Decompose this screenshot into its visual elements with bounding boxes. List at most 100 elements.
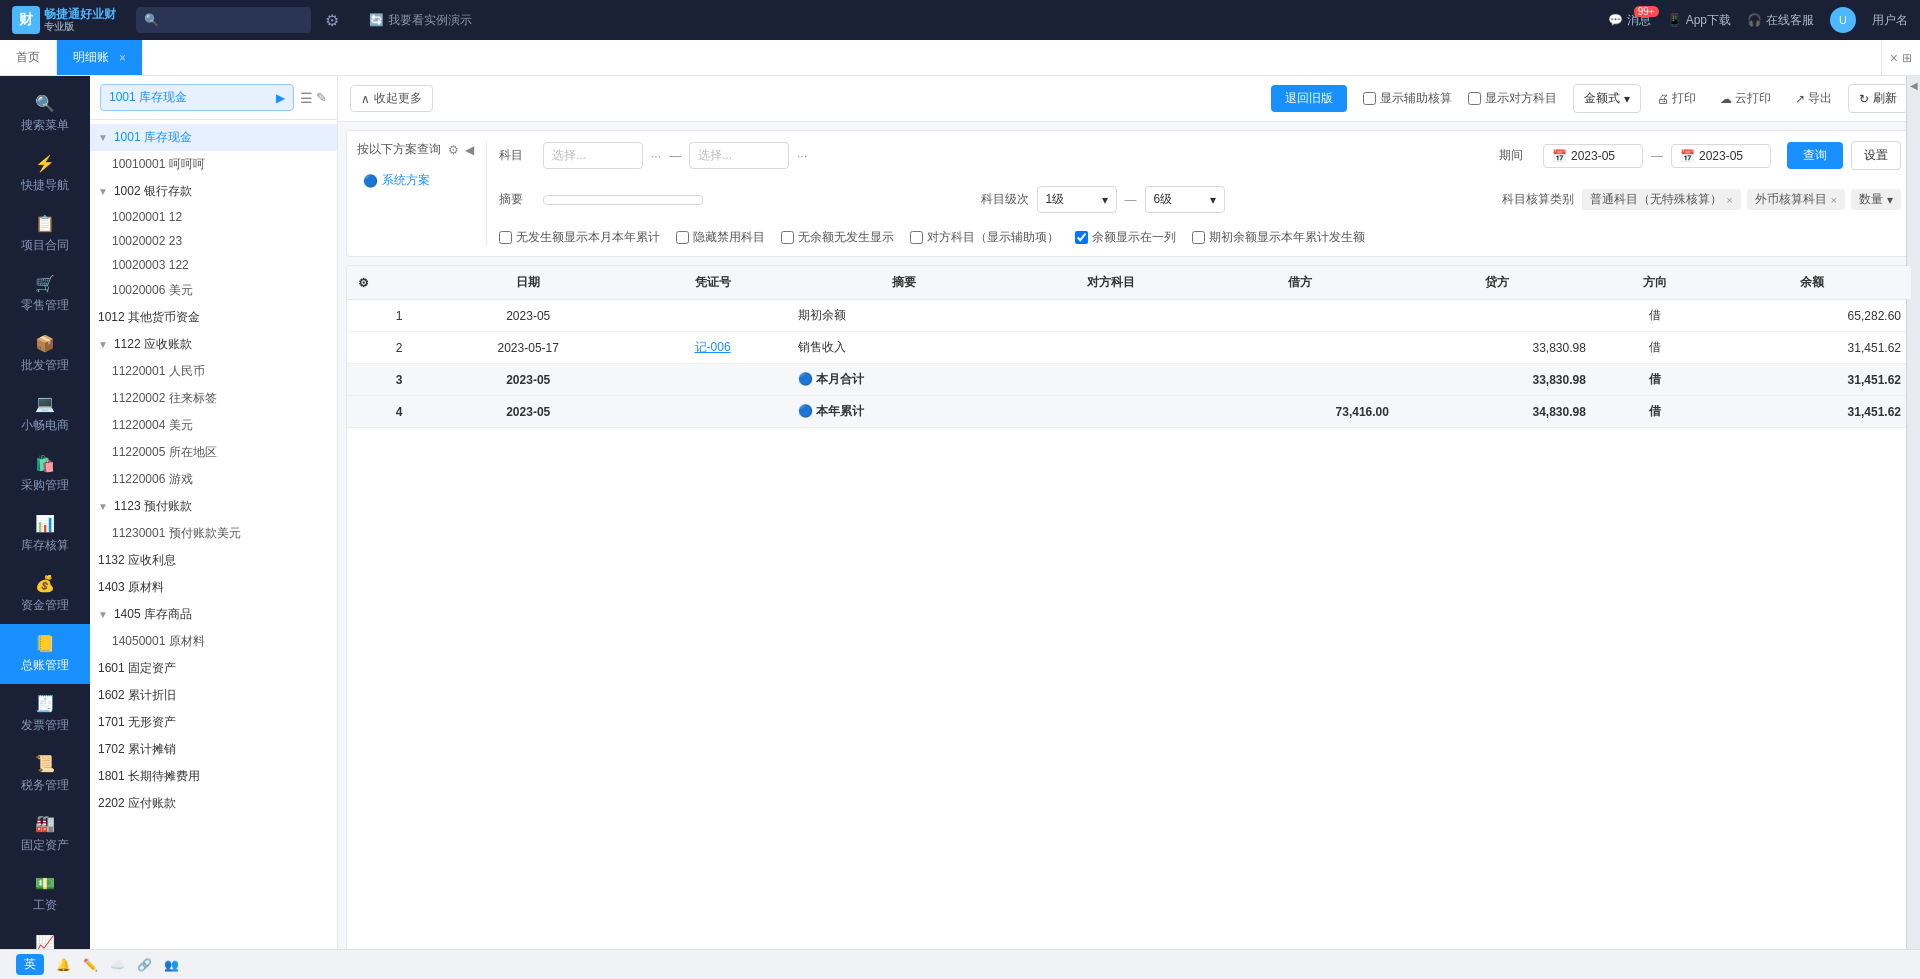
nav-item-search[interactable]: 🔍 搜索菜单 — [0, 84, 90, 144]
search-input[interactable] — [163, 13, 303, 27]
check-no-balance[interactable]: 无余额无发生显示 — [781, 229, 894, 246]
account-list-icon[interactable]: ☰ — [300, 90, 313, 106]
check-period-balance-input[interactable] — [1192, 231, 1205, 244]
check-period-balance[interactable]: 期初余额显示本年累计发生额 — [1192, 229, 1365, 246]
tree-item-10020002[interactable]: 10020002 23 — [90, 229, 337, 253]
check-no-balance-input[interactable] — [781, 231, 794, 244]
scheme-settings-icon[interactable]: ⚙ — [448, 143, 459, 157]
tree-item-1403[interactable]: 1403 原材料 — [90, 574, 337, 601]
check-balance-col-input[interactable] — [1075, 231, 1088, 244]
set-btn[interactable]: 设置 — [1851, 141, 1901, 170]
nav-item-quick[interactable]: ⚡ 快捷导航 — [0, 144, 90, 204]
tree-item-1701[interactable]: 1701 无形资产 — [90, 709, 337, 736]
nav-item-assets[interactable]: 🏭 固定资产 — [0, 804, 90, 864]
check-contra-input[interactable] — [910, 231, 923, 244]
tree-item-1132[interactable]: 1132 应收利息 — [90, 547, 337, 574]
scheme-collapse-icon[interactable]: ◀ — [465, 143, 474, 157]
window-max-btn[interactable]: ⊞ — [1902, 51, 1912, 65]
check-hide-disabled[interactable]: 隐藏禁用科目 — [676, 229, 765, 246]
show-contra-check[interactable]: 显示对方科目 — [1468, 90, 1557, 107]
tree-item-10020003[interactable]: 10020003 122 — [90, 253, 337, 277]
nav-item-project[interactable]: 📋 项目合同 — [0, 204, 90, 264]
tree-item-11220004[interactable]: 11220004 美元 — [90, 412, 337, 439]
period-from-input[interactable]: 📅 2023-05 — [1543, 144, 1643, 168]
nav-item-purchase[interactable]: 🛍️ 采购管理 — [0, 444, 90, 504]
show-aux-input[interactable] — [1363, 92, 1376, 105]
tree-item-1801[interactable]: 1801 长期待摊费用 — [90, 763, 337, 790]
period-to-input[interactable]: 📅 2023-05 — [1671, 144, 1771, 168]
voucher-link-006[interactable]: 记-006 — [695, 340, 731, 354]
check-balance-col[interactable]: 余额显示在一列 — [1075, 229, 1176, 246]
export-btn[interactable]: ↗ 导出 — [1787, 85, 1840, 112]
scheme-system[interactable]: 🔵 系统方案 — [357, 168, 474, 193]
tag-normal-close[interactable]: × — [1726, 194, 1732, 206]
tree-item-1601[interactable]: 1601 固定资产 — [90, 655, 337, 682]
tab-home[interactable]: 首页 — [0, 40, 57, 75]
nav-item-ecommerce[interactable]: 💻 小畅电商 — [0, 384, 90, 444]
tree-item-10010001[interactable]: 10010001 呵呵呵 — [90, 151, 337, 178]
cloud-print-btn[interactable]: ☁ 云打印 — [1712, 85, 1779, 112]
topbar-search-box[interactable]: 🔍 — [136, 7, 311, 33]
tab-ledger-close[interactable]: × — [119, 51, 126, 65]
tree-item-14050001[interactable]: 14050001 原材料 — [90, 628, 337, 655]
format-btn[interactable]: 金额式 ▾ — [1573, 84, 1641, 113]
right-panel-collapse-btn[interactable]: ◀ — [1908, 80, 1919, 91]
tag-foreign-close[interactable]: × — [1831, 194, 1837, 206]
nav-item-ledger[interactable]: 📒 总账管理 — [0, 624, 90, 684]
col-settings[interactable]: ⚙ — [347, 266, 379, 300]
query-btn[interactable]: 查询 — [1787, 142, 1843, 169]
user-avatar[interactable]: U — [1830, 7, 1856, 33]
summary-input[interactable] — [543, 195, 703, 205]
subject-to-input[interactable]: 选择... — [689, 142, 789, 169]
nav-item-inventory[interactable]: 📊 库存核算 — [0, 504, 90, 564]
nav-item-invoice[interactable]: 🧾 发票管理 — [0, 684, 90, 744]
nav-item-retail[interactable]: 🛒 零售管理 — [0, 264, 90, 324]
bottom-link-btn[interactable]: 🔗 — [137, 958, 152, 972]
tree-item-2202[interactable]: 2202 应付账款 — [90, 790, 337, 817]
check-no-occur-input[interactable] — [499, 231, 512, 244]
refresh-btn[interactable]: ↻ 刷新 — [1848, 84, 1908, 113]
nav-item-salary[interactable]: 💵 工资 — [0, 864, 90, 924]
tree-item-11220006[interactable]: 11220006 游戏 — [90, 466, 337, 493]
tree-item-10020001[interactable]: 10020001 12 — [90, 205, 337, 229]
return-old-btn[interactable]: 退回旧版 — [1271, 85, 1347, 112]
tree-item-11220001[interactable]: 11220001 人民币 — [90, 358, 337, 385]
check-no-occur[interactable]: 无发生额显示本月本年累计 — [499, 229, 660, 246]
demo-link[interactable]: 🔄 我要看实例演示 — [369, 12, 472, 29]
tag-quantity[interactable]: 数量 ▾ — [1851, 189, 1901, 210]
tree-item-1002[interactable]: ▼ 1002 银行存款 — [90, 178, 337, 205]
show-aux-check[interactable]: 显示辅助核算 — [1363, 90, 1452, 107]
tree-item-1001[interactable]: ▼ 1001 库存现金 — [90, 124, 337, 151]
level-to-select[interactable]: 6级 ▾ — [1145, 186, 1225, 213]
check-hide-disabled-input[interactable] — [676, 231, 689, 244]
lang-btn[interactable]: 英 — [16, 954, 44, 975]
check-contra[interactable]: 对方科目（显示辅助项） — [910, 229, 1059, 246]
tree-item-10020006[interactable]: 10020006 美元 — [90, 277, 337, 304]
tree-item-11230001[interactable]: 11230001 预付账款美元 — [90, 520, 337, 547]
message-btn[interactable]: 💬 消息 99+ — [1608, 12, 1651, 29]
print-btn[interactable]: 🖨 打印 — [1649, 85, 1704, 112]
tree-item-1702[interactable]: 1702 累计摊销 — [90, 736, 337, 763]
nav-item-finance[interactable]: 💰 资金管理 — [0, 564, 90, 624]
bottom-users-btn[interactable]: 👥 — [164, 958, 179, 972]
show-contra-input[interactable] — [1468, 92, 1481, 105]
account-selected[interactable]: 1001 库存现金 ▶ — [100, 84, 294, 111]
tab-ledger[interactable]: 明细账 × — [57, 40, 143, 75]
bottom-edit-btn[interactable]: ✏️ — [83, 958, 98, 972]
subject-from-input[interactable]: 选择... — [543, 142, 643, 169]
tree-item-11220005[interactable]: 11220005 所在地区 — [90, 439, 337, 466]
tree-item-1602[interactable]: 1602 累计折旧 — [90, 682, 337, 709]
online-service-btn[interactable]: 🎧 在线客服 — [1747, 12, 1814, 29]
account-edit-icon[interactable]: ✎ — [316, 90, 327, 105]
bottom-notifications-btn[interactable]: 🔔 — [56, 958, 71, 972]
tree-item-1122[interactable]: ▼ 1122 应收账款 — [90, 331, 337, 358]
collapse-btn[interactable]: ∧ 收起更多 — [350, 85, 433, 112]
nav-item-wholesale[interactable]: 📦 批发管理 — [0, 324, 90, 384]
tree-item-11220002[interactable]: 11220002 往来标签 — [90, 385, 337, 412]
window-close-btn[interactable]: × — [1890, 50, 1898, 66]
level-from-select[interactable]: 1级 ▾ — [1037, 186, 1117, 213]
settings-gear-icon[interactable]: ⚙ — [319, 11, 345, 30]
tree-item-1012[interactable]: 1012 其他货币资金 — [90, 304, 337, 331]
bottom-cloud-btn[interactable]: ☁️ — [110, 958, 125, 972]
tree-item-1405[interactable]: ▼ 1405 库存商品 — [90, 601, 337, 628]
